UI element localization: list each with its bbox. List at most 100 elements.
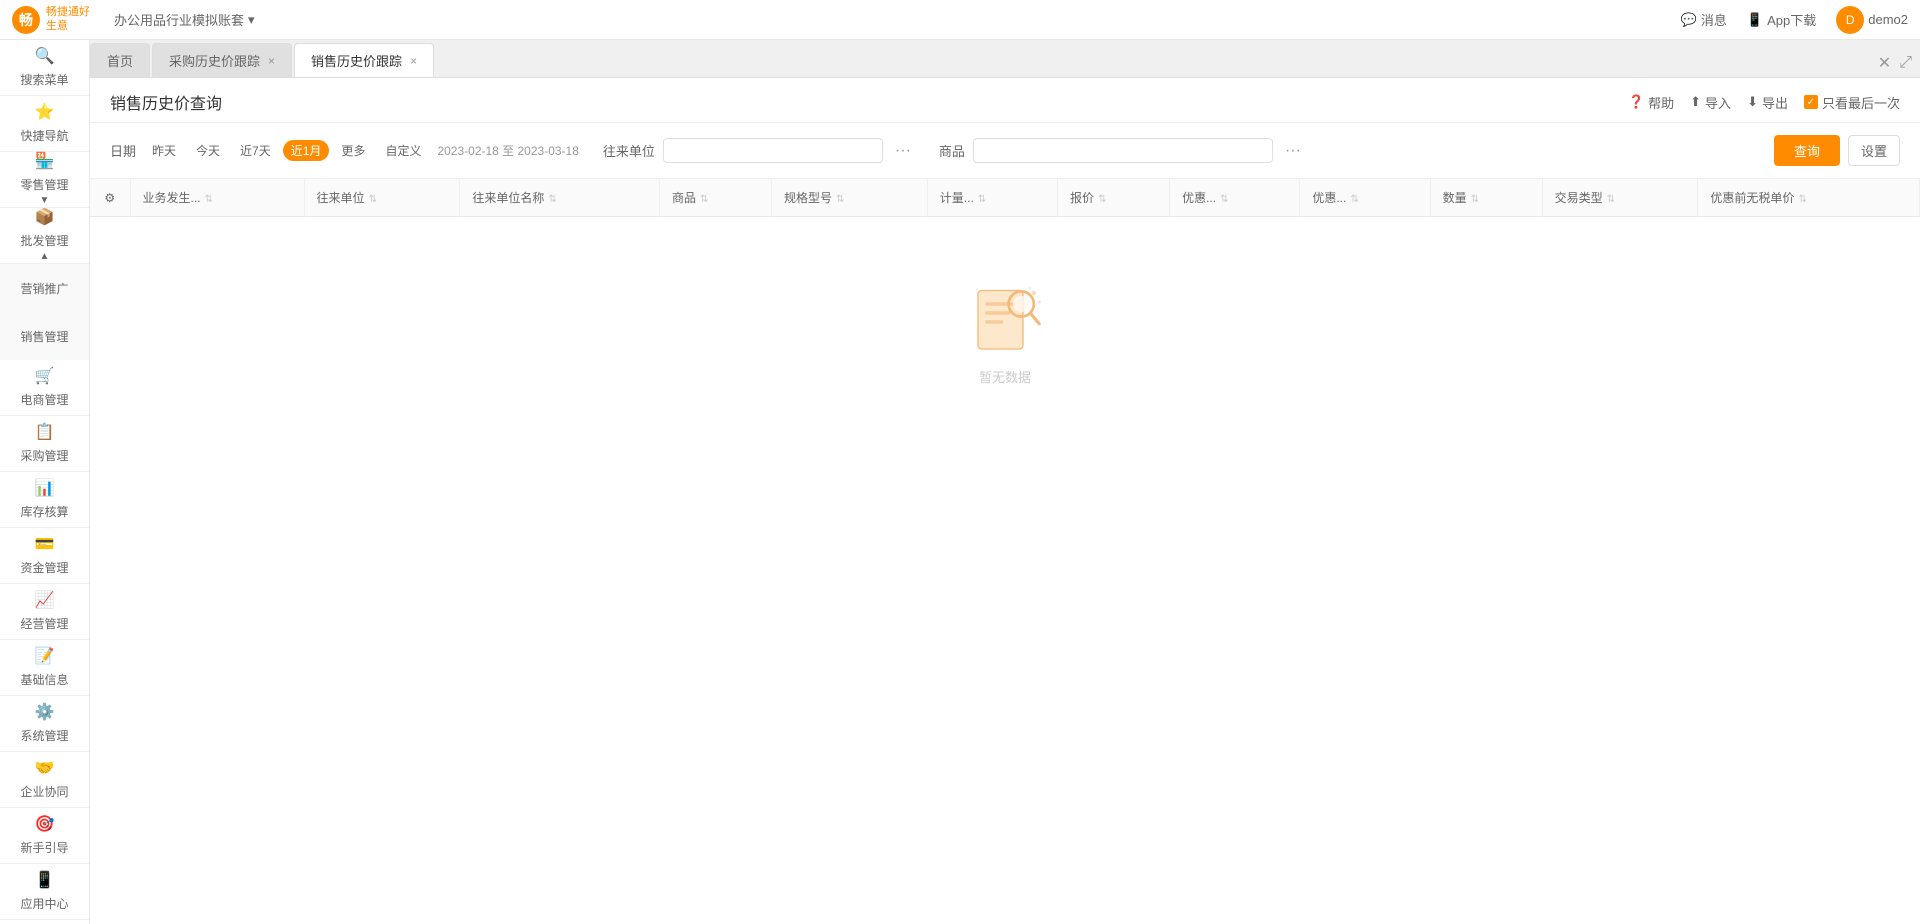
export-label: 导出 [1762,93,1788,112]
sort-icon-product: ⇅ [700,194,708,205]
page-content: 销售历史价查询 ❓ 帮助 ⬆ 导入 ⬇ 导出 ✓ [90,78,1920,924]
sidebar-item-search-menu[interactable]: 🔍 搜索菜单 [0,40,89,96]
only-last-checkbox[interactable]: ✓ 只看最后一次 [1804,93,1900,112]
sidebar-item-label: 新手引导 [20,840,68,857]
help-btn[interactable]: ❓ 帮助 [1628,93,1674,112]
import-label: 导入 [1705,93,1731,112]
tab-bar: 首页 采购历史价跟踪 × 销售历史价跟踪 × ✕ ⤢ [90,40,1920,78]
app-selector[interactable]: 办公用品行业模拟账套 ▾ [106,6,263,33]
sidebar-item-ops-mgmt[interactable]: 📈 经营管理 [0,584,89,640]
sidebar-sub-item-marketing[interactable]: 营销推广 [0,264,89,312]
sidebar: 🔍 搜索菜单 ⭐ 快捷导航 🏪 零售管理 ▼ 📦 批发管理 ▲ 营销推广 销售管… [0,40,90,924]
content-area: 首页 采购历史价跟踪 × 销售历史价跟踪 × ✕ ⤢ 销售历史价查询 [90,40,1920,924]
sidebar-item-inventory[interactable]: 📊 库存核算 [0,472,89,528]
sidebar-item-wechat-biz[interactable]: 💬 企业微信 [0,920,89,924]
col-settings[interactable]: ⚙ [90,179,130,217]
retail-mgmt-icon: 🏪 [35,151,55,173]
sidebar-item-finance-mgmt[interactable]: 💳 资金管理 [0,528,89,584]
col-unit[interactable]: 计量...⇅ [927,179,1057,217]
col-partner-name[interactable]: 往来单位名称⇅ [460,179,660,217]
sort-icon-business-date: ⇅ [205,194,213,205]
date-7days[interactable]: 近7天 [232,140,279,161]
enterprise-icon: 🤝 [35,758,55,780]
sidebar-item-quick-nav[interactable]: ⭐ 快捷导航 [0,96,89,152]
tab-home[interactable]: 首页 [90,43,150,77]
col-discount1[interactable]: 优惠...⇅ [1170,179,1300,217]
page-header-actions: ❓ 帮助 ⬆ 导入 ⬇ 导出 ✓ 只看最后一次 [1628,93,1900,112]
empty-state: 暂无数据 [90,217,1920,446]
col-business-date[interactable]: 业务发生...⇅ [130,179,304,217]
message-label: 消息 [1701,10,1727,29]
app-name-label: 办公用品行业模拟账套 [114,10,244,29]
col-quote[interactable]: 报价⇅ [1058,179,1170,217]
tab-purchase-history[interactable]: 采购历史价跟踪 × [152,43,292,77]
date-1month[interactable]: 近1月 [283,140,330,161]
col-trade-type[interactable]: 交易类型⇅ [1542,179,1698,217]
tab-sales-history[interactable]: 销售历史价跟踪 × [294,43,434,77]
sidebar-item-enterprise[interactable]: 🤝 企业协同 [0,752,89,808]
sidebar-item-basic-info[interactable]: 📝 基础信息 [0,640,89,696]
import-btn[interactable]: ⬆ 导入 [1690,93,1731,112]
app-download-label: App下载 [1767,10,1816,29]
close-all-tabs-icon[interactable]: ✕ [1878,53,1891,73]
partner-filter-dots[interactable]: ··· [891,142,915,160]
product-filter-input[interactable] [973,138,1273,163]
sys-mgmt-icon: ⚙️ [35,702,55,724]
header-left: 畅 畅捷通好生意 办公用品行业模拟账套 ▾ [12,6,263,34]
sidebar-item-label: 批发管理 [20,233,68,250]
data-table: ⚙ 业务发生...⇅ 往来单位⇅ 往来单位名称⇅ [90,179,1920,217]
sidebar-item-wholesale-mgmt[interactable]: 📦 批发管理 ▲ [0,208,89,264]
tab-actions: ✕ ⤢ [1878,53,1920,77]
sort-icon-discount1: ⇅ [1220,194,1228,205]
sales-mgmt-label: 销售管理 [20,328,68,345]
close-purchase-history-tab[interactable]: × [268,55,275,67]
date-today[interactable]: 今天 [188,140,228,161]
sidebar-sub-item-sales-mgmt[interactable]: 销售管理 [0,312,89,360]
export-btn[interactable]: ⬇ 导出 [1747,93,1788,112]
date-more[interactable]: 更多 [333,140,373,161]
only-last-label: 只看最后一次 [1822,93,1900,112]
logo-icon: 畅 [12,6,40,34]
query-button[interactable]: 查询 [1774,135,1840,166]
settings-button[interactable]: 设置 [1848,135,1900,166]
sort-icon-pretax-price: ⇅ [1798,194,1806,205]
sort-icon-spec: ⇅ [836,194,844,205]
message-btn[interactable]: 💬 消息 [1681,10,1727,29]
table-settings-icon[interactable]: ⚙ [104,191,115,205]
product-filter-dots[interactable]: ··· [1281,142,1305,160]
sort-icon-discount2: ⇅ [1350,194,1358,205]
partner-filter-input[interactable] [663,138,883,163]
col-product[interactable]: 商品⇅ [659,179,771,217]
app-center-icon: 📱 [35,870,55,892]
sidebar-item-sys-mgmt[interactable]: ⚙️ 系统管理 [0,696,89,752]
col-discount2[interactable]: 优惠...⇅ [1300,179,1430,217]
page-title: 销售历史价查询 [110,90,222,114]
col-partner-code[interactable]: 往来单位⇅ [304,179,460,217]
ops-icon: 📈 [35,590,55,612]
col-pretax-price[interactable]: 优惠前无税单价⇅ [1698,179,1920,217]
sidebar-item-purchase-mgmt[interactable]: 📋 采购管理 [0,416,89,472]
col-quantity[interactable]: 数量⇅ [1430,179,1542,217]
sidebar-item-label: 电商管理 [20,392,68,409]
empty-illustration [960,277,1050,367]
page-header: 销售历史价查询 ❓ 帮助 ⬆ 导入 ⬇ 导出 ✓ [90,78,1920,123]
close-sales-history-tab[interactable]: × [410,55,417,67]
import-icon: ⬆ [1690,94,1701,110]
sort-icon-partner-code: ⇅ [369,194,377,205]
tab-purchase-history-label: 采购历史价跟踪 [169,51,260,70]
search-menu-icon: 🔍 [35,46,55,68]
sidebar-item-app-center[interactable]: 📱 应用中心 [0,864,89,920]
app-download-btn[interactable]: 📱 App下载 [1747,10,1816,29]
date-yesterday[interactable]: 昨天 [144,140,184,161]
col-spec[interactable]: 规格型号⇅ [771,179,927,217]
filter-buttons: 查询 设置 [1774,135,1900,166]
sidebar-item-beginner[interactable]: 🎯 新手引导 [0,808,89,864]
maximize-icon[interactable]: ⤢ [1899,54,1912,72]
chevron-up-icon: ▲ [40,250,50,264]
sidebar-item-retail-mgmt[interactable]: 🏪 零售管理 ▼ [0,152,89,208]
user-menu[interactable]: D demo2 [1836,6,1908,34]
top-header: 畅 畅捷通好生意 办公用品行业模拟账套 ▾ 💬 消息 📱 App下载 D dem… [0,0,1920,40]
sidebar-item-ecommerce-mgmt[interactable]: 🛒 电商管理 [0,360,89,416]
quick-nav-icon: ⭐ [35,102,55,124]
date-custom[interactable]: 自定义 [377,140,429,161]
